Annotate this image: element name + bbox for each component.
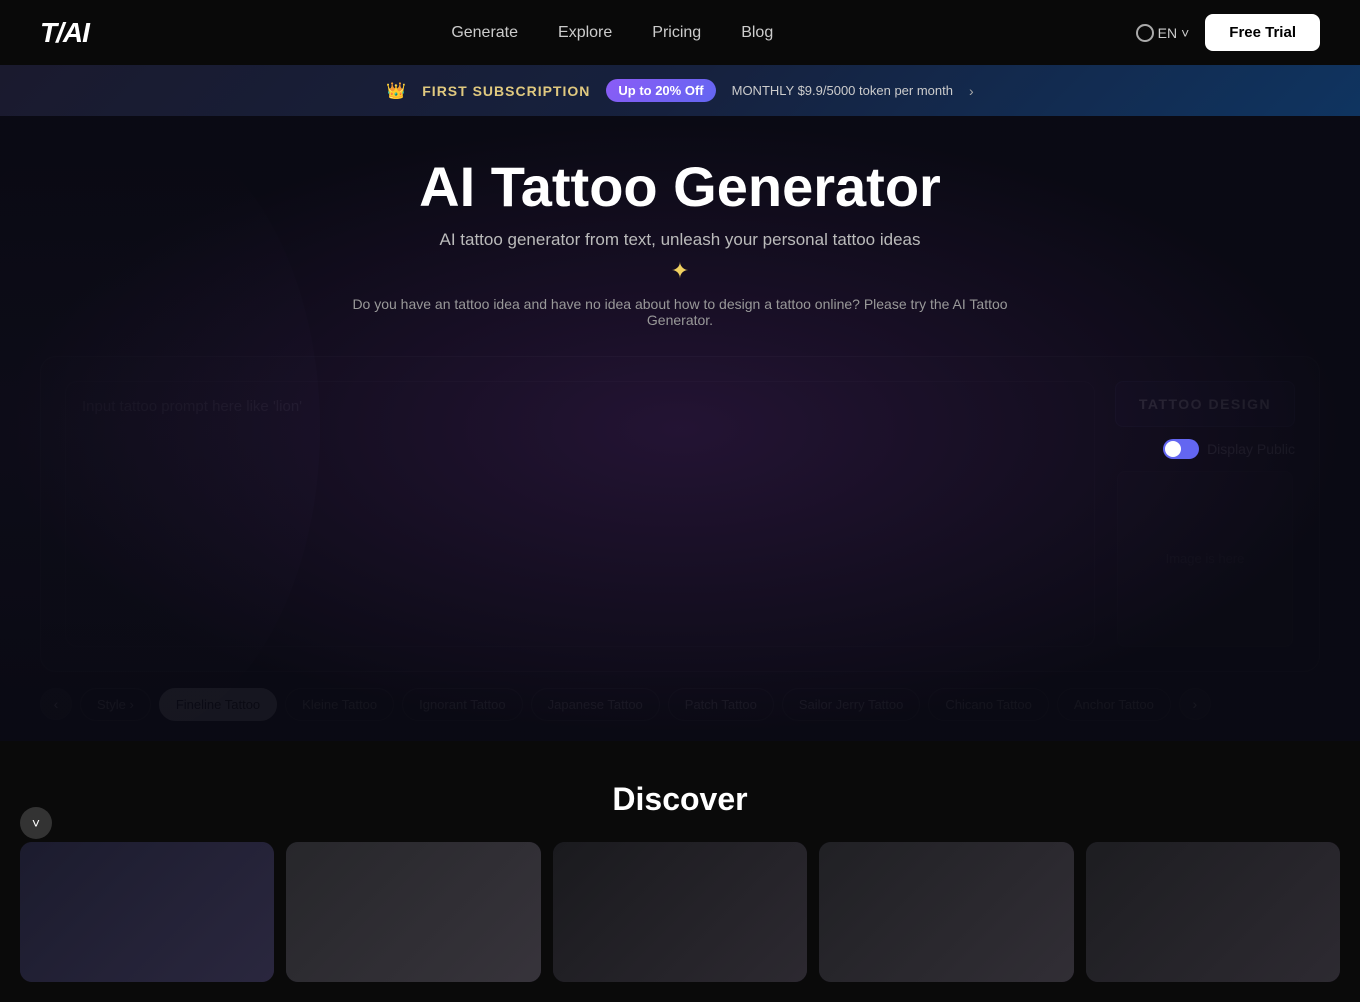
promo-monthly-text: MONTHLY $9.9/5000 token per month bbox=[732, 83, 953, 98]
chevron-right-icon: › bbox=[969, 83, 974, 99]
promo-banner: 👑 FIRST SUBSCRIPTION Up to 20% Off MONTH… bbox=[0, 65, 1360, 116]
public-toggle-switch[interactable] bbox=[1163, 439, 1199, 459]
nav-blog[interactable]: Blog bbox=[741, 24, 773, 41]
nav-explore[interactable]: Explore bbox=[558, 24, 612, 41]
promo-first-subscription: FIRST SUBSCRIPTION bbox=[422, 83, 590, 99]
lang-selector[interactable]: EN ˅ bbox=[1136, 24, 1190, 42]
hero-description: Do you have an tattoo idea and have no i… bbox=[330, 296, 1030, 328]
hero-title: AI Tattoo Generator bbox=[330, 156, 1030, 218]
sparkle-icon: ✦ bbox=[330, 258, 1030, 284]
discover-grid bbox=[20, 842, 1340, 982]
collapse-icon: ˅ bbox=[32, 815, 40, 831]
hero-content: AI Tattoo Generator AI tattoo generator … bbox=[330, 156, 1030, 356]
chevron-down-icon: ˅ bbox=[1181, 25, 1189, 41]
hero-subtitle: AI tattoo generator from text, unleash y… bbox=[330, 230, 1030, 250]
logo[interactable]: T/AI bbox=[40, 17, 89, 49]
discover-title: Discover bbox=[20, 781, 1340, 818]
list-item[interactable] bbox=[819, 842, 1073, 982]
nav-pricing[interactable]: Pricing bbox=[652, 24, 701, 41]
crown-icon: 👑 bbox=[386, 81, 406, 101]
list-item[interactable] bbox=[553, 842, 807, 982]
nav-generate[interactable]: Generate bbox=[451, 24, 518, 41]
collapse-button[interactable]: ˅ bbox=[20, 807, 52, 839]
list-item[interactable] bbox=[1086, 842, 1340, 982]
discover-section: Discover bbox=[0, 741, 1360, 1002]
list-item[interactable] bbox=[286, 842, 540, 982]
hero-section: AI Tattoo Generator AI tattoo generator … bbox=[0, 116, 1360, 741]
promo-discount-badge[interactable]: Up to 20% Off bbox=[606, 79, 715, 102]
globe-icon bbox=[1136, 24, 1154, 42]
nav-right: EN ˅ Free Trial bbox=[1136, 14, 1320, 51]
lang-label: EN bbox=[1158, 25, 1177, 41]
list-item[interactable] bbox=[20, 842, 274, 982]
navbar: T/AI Generate Explore Pricing Blog EN ˅ … bbox=[0, 0, 1360, 65]
nav-links: Generate Explore Pricing Blog bbox=[451, 24, 773, 42]
free-trial-button[interactable]: Free Trial bbox=[1205, 14, 1320, 51]
